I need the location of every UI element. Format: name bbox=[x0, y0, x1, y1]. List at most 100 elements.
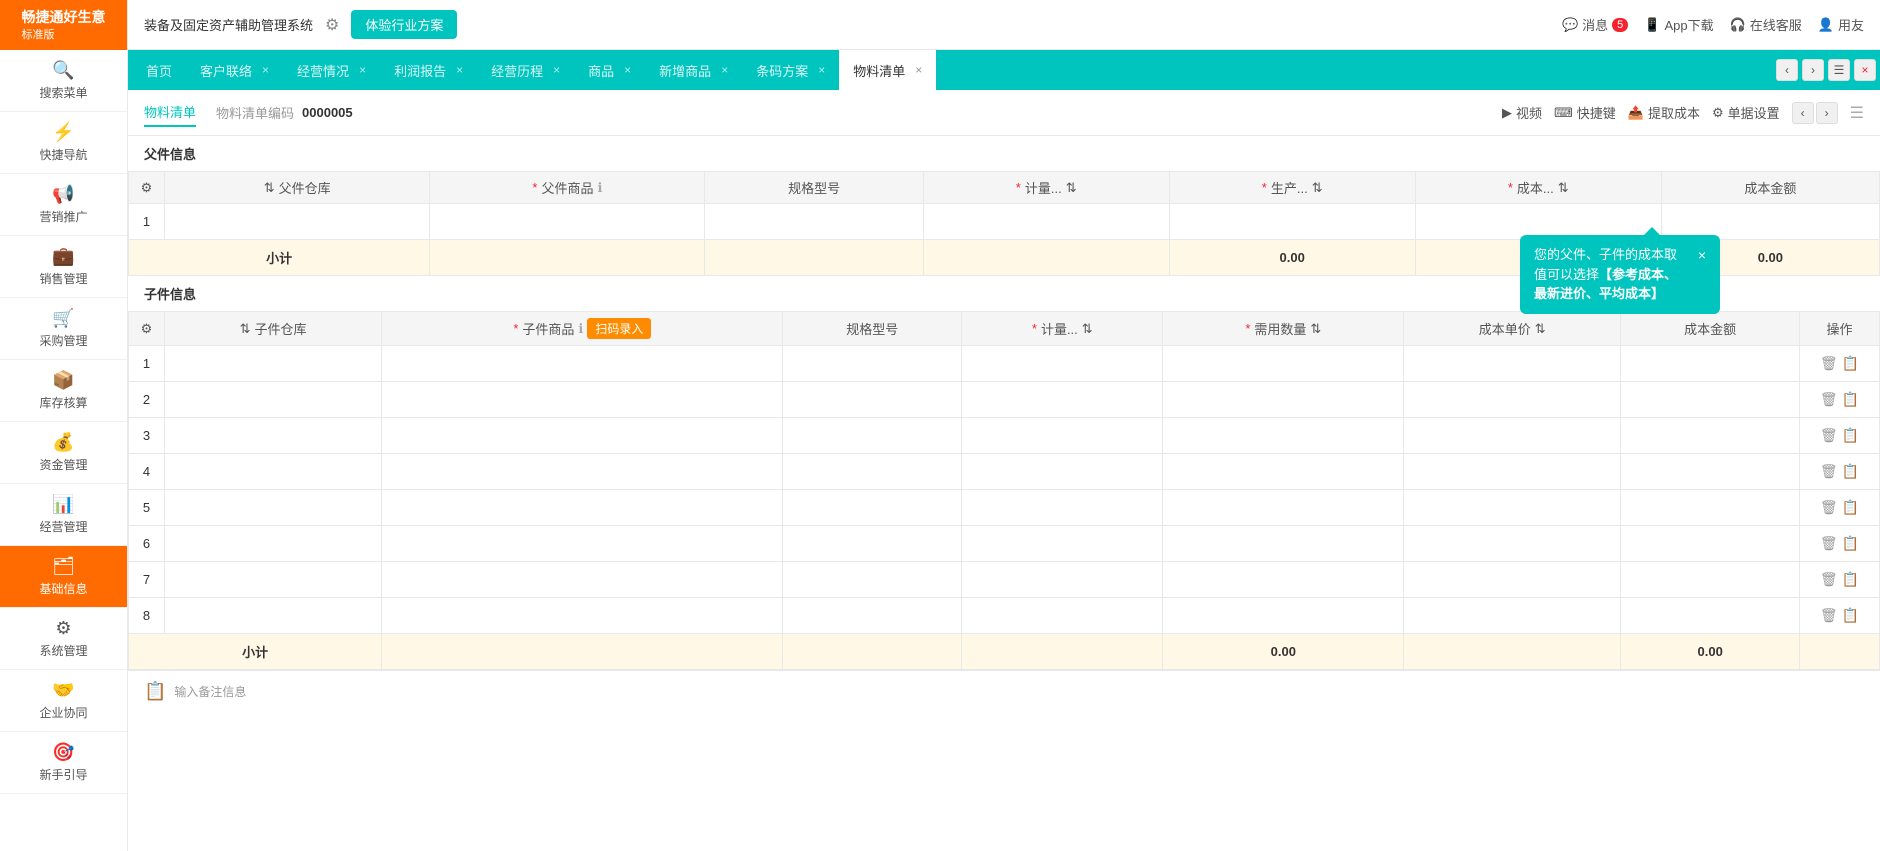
child-product-cell[interactable] bbox=[382, 382, 783, 418]
child-cost-amount-cell[interactable] bbox=[1621, 526, 1800, 562]
unit-cost-cell[interactable] bbox=[1404, 382, 1621, 418]
delete-icon[interactable]: 🗑 bbox=[1820, 355, 1838, 372]
unit-cell[interactable] bbox=[923, 204, 1169, 240]
unit-cost-cell[interactable] bbox=[1404, 490, 1621, 526]
tab-customers[interactable]: 客户联络 × bbox=[186, 50, 283, 90]
tab-close-icon[interactable]: × bbox=[721, 63, 728, 77]
tab-profit[interactable]: 利润报告 × bbox=[380, 50, 477, 90]
sidebar-item-basics[interactable]: 🗂 基础信息 bbox=[0, 546, 127, 608]
shortcut-action[interactable]: ⌨ 快捷键 bbox=[1554, 103, 1616, 122]
parent-product-cell[interactable] bbox=[430, 204, 705, 240]
extract-cost-action[interactable]: 📤 提取成本 bbox=[1628, 103, 1700, 122]
tab-close-icon[interactable]: × bbox=[624, 63, 631, 77]
parent-warehouse-cell[interactable] bbox=[165, 204, 430, 240]
sidebar-item-operations[interactable]: 📊 经营管理 bbox=[0, 484, 127, 546]
video-action[interactable]: ▶ 视频 bbox=[1502, 103, 1542, 122]
child-product-cell[interactable] bbox=[382, 490, 783, 526]
production-cell[interactable] bbox=[1169, 204, 1415, 240]
child-unit-cell[interactable] bbox=[962, 598, 1163, 634]
sidebar-item-guide[interactable]: 🎯 新手引导 bbox=[0, 732, 127, 794]
child-unit-cell[interactable] bbox=[962, 562, 1163, 598]
child-warehouse-cell[interactable] bbox=[165, 490, 382, 526]
nav-menu-btn[interactable]: ☰ bbox=[1828, 59, 1850, 81]
copy-icon[interactable]: 📋 bbox=[1842, 571, 1859, 588]
child-cost-amount-cell[interactable] bbox=[1621, 382, 1800, 418]
unit-cost-cell[interactable] bbox=[1404, 526, 1621, 562]
copy-icon[interactable]: 📋 bbox=[1842, 355, 1859, 372]
unit-cost-cell[interactable] bbox=[1404, 598, 1621, 634]
child-unit-cell[interactable] bbox=[962, 454, 1163, 490]
delete-icon[interactable]: 🗑 bbox=[1820, 535, 1838, 552]
record-next-btn[interactable]: › bbox=[1816, 102, 1838, 124]
qty-cell[interactable] bbox=[1163, 562, 1404, 598]
delete-icon[interactable]: 🗑 bbox=[1820, 391, 1838, 408]
tab-close-icon[interactable]: × bbox=[456, 63, 463, 77]
child-warehouse-cell[interactable] bbox=[165, 346, 382, 382]
child-product-cell[interactable] bbox=[382, 418, 783, 454]
nav-next-btn[interactable]: › bbox=[1802, 59, 1824, 81]
sidebar-item-collab[interactable]: 🤝 企业协同 bbox=[0, 670, 127, 732]
child-warehouse-cell[interactable] bbox=[165, 418, 382, 454]
copy-icon[interactable]: 📋 bbox=[1842, 427, 1859, 444]
record-prev-btn[interactable]: ‹ bbox=[1792, 102, 1814, 124]
child-warehouse-cell[interactable] bbox=[165, 454, 382, 490]
child-spec-cell[interactable] bbox=[783, 382, 962, 418]
unit-cost-cell[interactable] bbox=[1404, 418, 1621, 454]
delete-icon[interactable]: 🗑 bbox=[1820, 499, 1838, 516]
app-download-item[interactable]: 📱 App下载 bbox=[1644, 15, 1713, 34]
child-cost-amount-cell[interactable] bbox=[1621, 346, 1800, 382]
sidebar-item-sales[interactable]: 💼 销售管理 bbox=[0, 236, 127, 298]
sidebar-item-purchase[interactable]: 🛒 采购管理 bbox=[0, 298, 127, 360]
child-product-cell[interactable] bbox=[382, 526, 783, 562]
copy-icon[interactable]: 📋 bbox=[1842, 499, 1859, 516]
qty-cell[interactable] bbox=[1163, 346, 1404, 382]
child-unit-cell[interactable] bbox=[962, 526, 1163, 562]
sidebar-item-marketing[interactable]: 📢 营销推广 bbox=[0, 174, 127, 236]
delete-icon[interactable]: 🗑 bbox=[1820, 607, 1838, 624]
child-unit-cell[interactable] bbox=[962, 382, 1163, 418]
settings-icon[interactable]: ⚙ bbox=[325, 15, 339, 35]
sidebar-item-search[interactable]: 🔍 搜索菜单 bbox=[0, 50, 127, 112]
child-cost-amount-cell[interactable] bbox=[1621, 418, 1800, 454]
sub-tab-bom-list[interactable]: 物料清单 bbox=[144, 98, 196, 127]
tab-barcode[interactable]: 条码方案 × bbox=[742, 50, 839, 90]
tab-goods[interactable]: 商品 × bbox=[574, 50, 645, 90]
child-product-cell[interactable] bbox=[382, 346, 783, 382]
child-warehouse-cell[interactable] bbox=[165, 598, 382, 634]
child-spec-cell[interactable] bbox=[783, 562, 962, 598]
settings-col-header[interactable]: ⚙ bbox=[129, 172, 165, 204]
child-cost-amount-cell[interactable] bbox=[1621, 562, 1800, 598]
scan-btn[interactable]: 扫码录入 bbox=[587, 318, 651, 339]
tab-operations[interactable]: 经营情况 × bbox=[283, 50, 380, 90]
qty-cell[interactable] bbox=[1163, 598, 1404, 634]
tab-bom[interactable]: 物料清单 × bbox=[839, 50, 936, 90]
child-spec-cell[interactable] bbox=[783, 526, 962, 562]
unit-cost-cell[interactable] bbox=[1404, 454, 1621, 490]
tab-new-goods[interactable]: 新增商品 × bbox=[645, 50, 742, 90]
messages-item[interactable]: 💬 消息 5 bbox=[1562, 15, 1628, 34]
sidebar-item-quicknav[interactable]: ⚡ 快捷导航 bbox=[0, 112, 127, 174]
copy-icon[interactable]: 📋 bbox=[1842, 391, 1859, 408]
child-spec-cell[interactable] bbox=[783, 490, 962, 526]
tab-history[interactable]: 经营历程 × bbox=[477, 50, 574, 90]
sidebar-item-finance[interactable]: 💰 资金管理 bbox=[0, 422, 127, 484]
child-cost-amount-cell[interactable] bbox=[1621, 490, 1800, 526]
copy-icon[interactable]: 📋 bbox=[1842, 535, 1859, 552]
tab-close-icon[interactable]: × bbox=[915, 63, 922, 77]
tab-close-icon[interactable]: × bbox=[359, 63, 366, 77]
copy-icon[interactable]: 📋 bbox=[1842, 607, 1859, 624]
nav-close-btn[interactable]: × bbox=[1854, 59, 1876, 81]
tab-home[interactable]: 首页 bbox=[132, 50, 186, 90]
child-product-cell[interactable] bbox=[382, 454, 783, 490]
child-cost-amount-cell[interactable] bbox=[1621, 598, 1800, 634]
sidebar-item-system[interactable]: ⚙ 系统管理 bbox=[0, 608, 127, 670]
qty-cell[interactable] bbox=[1163, 382, 1404, 418]
delete-icon[interactable]: 🗑 bbox=[1820, 463, 1838, 480]
child-settings-col-header[interactable]: ⚙ bbox=[129, 312, 165, 346]
child-unit-cell[interactable] bbox=[962, 490, 1163, 526]
online-service-item[interactable]: 🎧 在线客服 bbox=[1730, 15, 1802, 34]
child-product-cell[interactable] bbox=[382, 598, 783, 634]
unit-cost-cell[interactable] bbox=[1404, 346, 1621, 382]
user-item[interactable]: 👤 用友 bbox=[1818, 15, 1864, 34]
child-spec-cell[interactable] bbox=[783, 454, 962, 490]
